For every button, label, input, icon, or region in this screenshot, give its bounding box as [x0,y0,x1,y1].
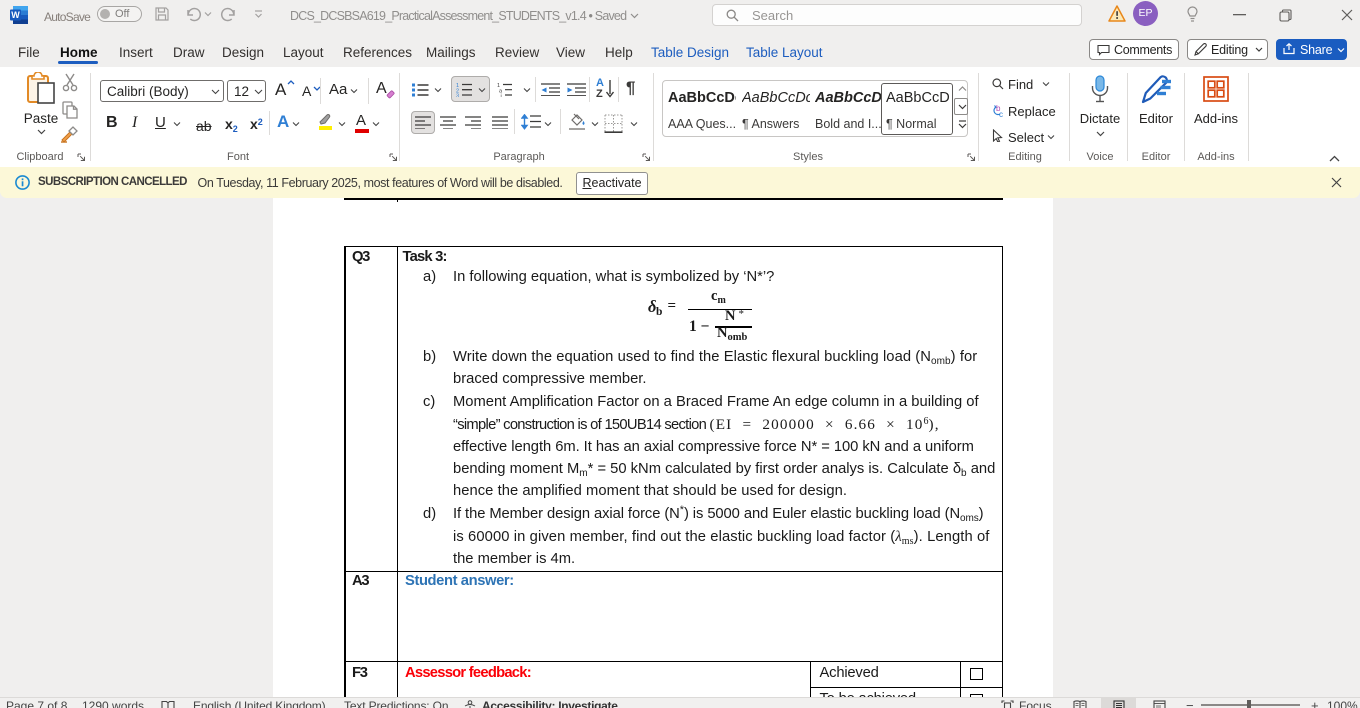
svg-text:i: i [501,94,502,98]
svg-text:W: W [11,10,20,20]
svg-text:3: 3 [456,94,459,98]
